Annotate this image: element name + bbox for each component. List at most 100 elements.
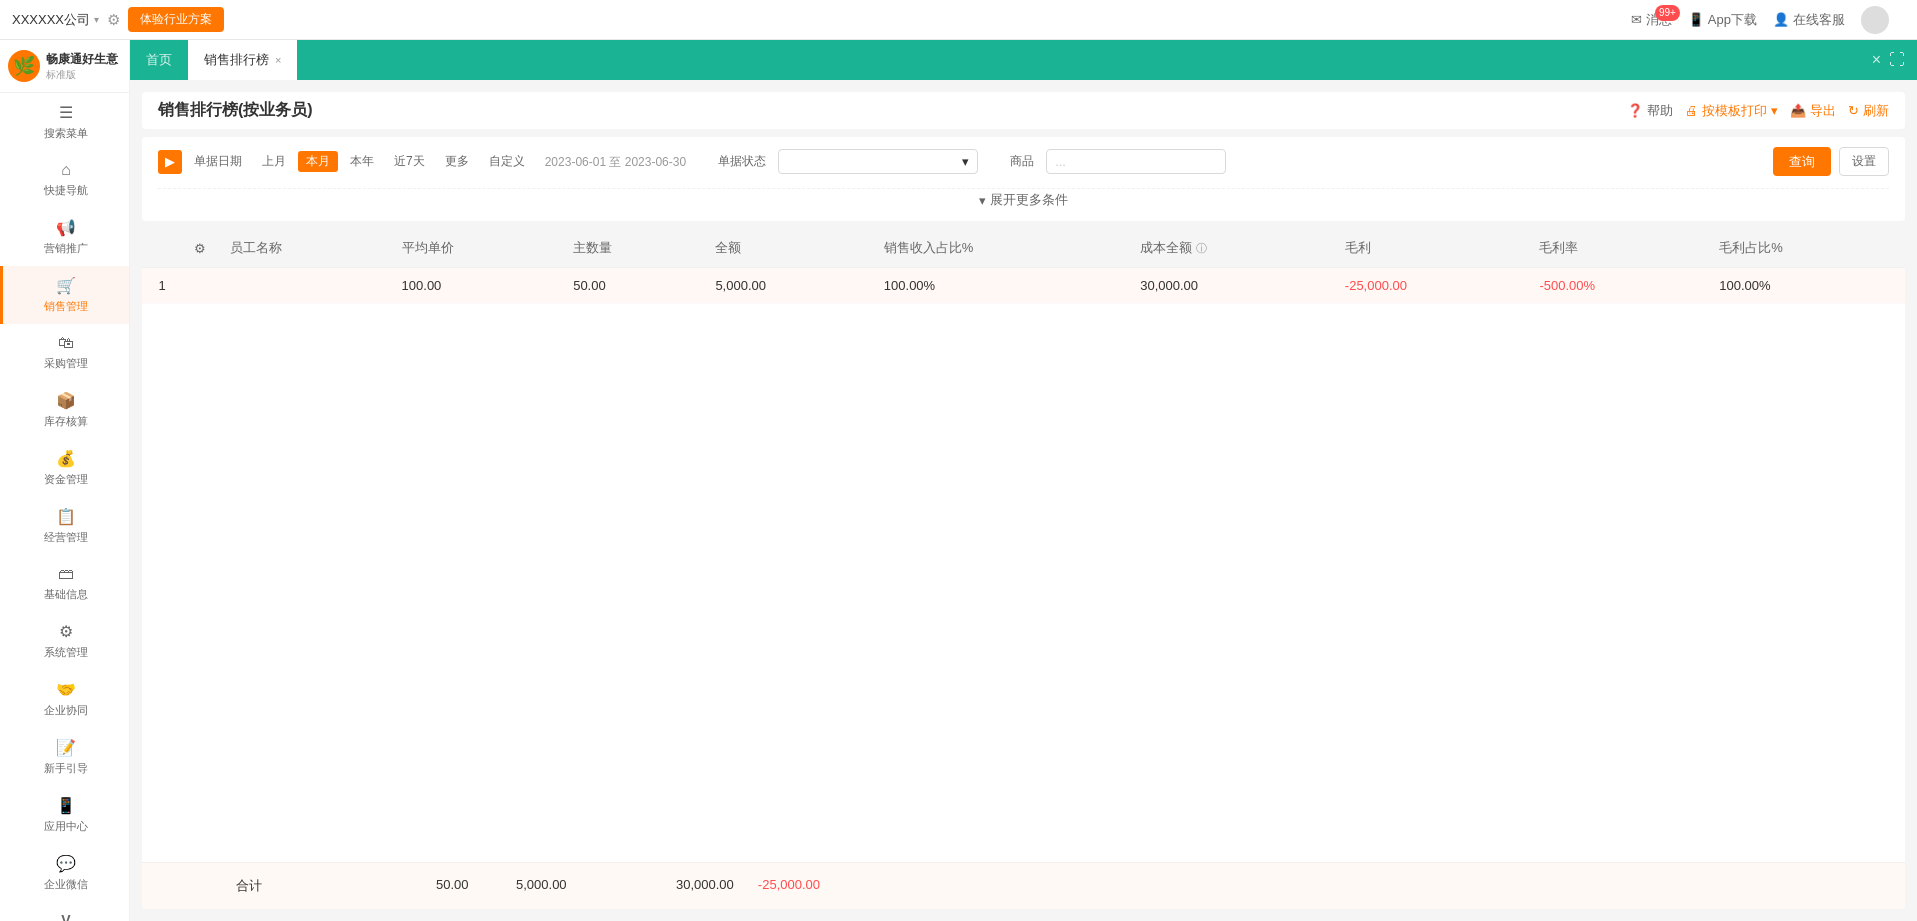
goods-filter-input[interactable]: ... [1046,149,1226,174]
cell-gross-rate: -500.00% [1527,268,1707,304]
chevron-down-icon: ▾ [94,14,99,25]
footer-amount: 5,000.00 [504,871,584,901]
print-button[interactable]: 🖨 按模板打印 ▾ [1685,102,1778,120]
tab-sales-ranking[interactable]: 销售排行榜 × [188,40,297,80]
company-selector[interactable]: XXXXXX公司 ▾ [12,11,99,29]
col-cost: 成本全额 ⓘ [1128,229,1333,268]
date-tab-custom[interactable]: 自定义 [481,151,533,172]
status-filter-select[interactable]: ▾ [778,149,978,174]
refresh-button[interactable]: ↻ 刷新 [1848,102,1889,120]
settings-icon[interactable]: ⚙ [107,11,120,29]
app-download-button[interactable]: 📱 App下载 [1688,11,1757,29]
goods-input-placeholder: ... [1055,154,1066,169]
footer-cost: 30,000.00 [664,871,746,901]
sidebar-label-purchase: 采购管理 [44,356,88,371]
cell-cost: 30,000.00 [1128,268,1333,304]
print-label: 按模板打印 [1702,102,1767,120]
export-icon: 📤 [1790,103,1806,118]
date-tabs: 上月 本月 本年 近7天 更多 自定义 [254,151,533,172]
search-menu-icon: ☰ [59,103,73,122]
page-header: 销售排行榜(按业务员) ❓ 帮助 🖨 按模板打印 ▾ 📤 导出 [142,92,1905,129]
close-tab-icon[interactable]: × [1872,51,1881,69]
export-button[interactable]: 📤 导出 [1790,102,1836,120]
messages-button[interactable]: ✉ 消息 99+ [1631,11,1672,29]
tab-sales-label: 销售排行榜 [204,51,269,69]
online-service-button[interactable]: 👤 在线客服 [1773,11,1845,29]
col-gross: 毛利 [1333,229,1528,268]
online-service-label: 在线客服 [1793,11,1845,29]
cell-gross-pct: 100.00% [1707,268,1905,304]
fullscreen-icon[interactable]: ⛶ [1889,51,1905,69]
filter-toggle-button[interactable]: ▶ [158,150,182,174]
appstore-icon: 📱 [56,796,76,815]
sidebar-item-cooperation[interactable]: 🤝 企业协同 [0,670,129,728]
sidebar-item-finance[interactable]: 💰 资金管理 [0,439,129,497]
date-tab-this-month[interactable]: 本月 [298,151,338,172]
expand-conditions-button[interactable]: ▾ 展开更多条件 [979,191,1068,209]
sidebar-item-quicknav[interactable]: ⌂ 快捷导航 [0,151,129,208]
sidebar-item-basic-info[interactable]: 🗃 基础信息 [0,555,129,612]
app-download-label: App下载 [1708,11,1757,29]
sidebar: 🌿 畅康通好生意 标准版 ☰ 搜索菜单 ⌂ 快捷导航 📢 营销推广 🛒 销售管理… [0,40,130,921]
avatar[interactable] [1861,6,1889,34]
sidebar-item-management[interactable]: 📋 经营管理 [0,497,129,555]
col-amount: 全额 [703,229,871,268]
page-title: 销售排行榜(按业务员) [158,100,313,121]
date-tab-7days[interactable]: 近7天 [386,151,433,172]
sidebar-label-wechat: 企业微信 [44,877,88,892]
management-icon: 📋 [56,507,76,526]
basic-info-icon: 🗃 [58,565,74,583]
col-avg-price: 平均单价 [390,229,562,268]
sidebar-item-wechat[interactable]: 💬 企业微信 [0,844,129,902]
sidebar-item-member[interactable]: V 畅会员 [0,902,129,921]
main-layout: 🌿 畅康通好生意 标准版 ☰ 搜索菜单 ⌂ 快捷导航 📢 营销推广 🛒 销售管理… [0,40,1917,921]
cell-quantity: 50.00 [561,268,703,304]
footer-quantity: 50.00 [424,871,504,901]
trial-button[interactable]: 体验行业方案 [128,7,224,32]
date-tab-this-year[interactable]: 本年 [342,151,382,172]
refresh-label: 刷新 [1863,102,1889,120]
expand-icon: ▾ [979,193,986,208]
wechat-icon: 💬 [56,854,76,873]
page-content: 销售排行榜(按业务员) ❓ 帮助 🖨 按模板打印 ▾ 📤 导出 [130,80,1917,921]
header-row: ⚙ 员工名称 平均单价 主数量 全额 销售收入占比% 成本全额 ⓘ [142,229,1905,268]
sidebar-item-newbie[interactable]: 📝 新手引导 [0,728,129,786]
cell-avg-price: 100.00 [390,268,562,304]
logo-text: 畅康通好生意 [46,51,118,68]
sidebar-label-finance: 资金管理 [44,472,88,487]
query-button[interactable]: 查询 [1773,147,1831,176]
print-icon: 🖨 [1685,103,1698,118]
sidebar-logo: 🌿 畅康通好生意 标准版 [0,40,129,93]
col-rank [142,229,182,268]
sidebar-item-system[interactable]: ⚙ 系统管理 [0,612,129,670]
sidebar-label-appstore: 应用中心 [44,819,88,834]
sidebar-item-appstore[interactable]: 📱 应用中心 [0,786,129,844]
table-header: ⚙ 员工名称 平均单价 主数量 全额 销售收入占比% 成本全额 ⓘ [142,229,1905,268]
tab-bar-actions: × ⛶ [1872,51,1917,69]
table-row: 1 100.00 50.00 5,000.00 100.00% 30,000.0… [142,268,1905,304]
goods-filter-label: 商品 [1010,153,1034,170]
sidebar-label-search: 搜索菜单 [44,126,88,141]
date-tab-more[interactable]: 更多 [437,151,477,172]
table-footer: 合计 50.00 5,000.00 30,000.00 -25,000.00 [142,862,1905,909]
col-settings[interactable]: ⚙ [182,229,218,268]
sidebar-item-inventory[interactable]: 📦 库存核算 [0,381,129,439]
sidebar-item-sales[interactable]: 🛒 销售管理 [0,266,129,324]
sidebar-item-search[interactable]: ☰ 搜索菜单 [0,93,129,151]
sidebar-item-marketing[interactable]: 📢 营销推广 [0,208,129,266]
table-body: 1 100.00 50.00 5,000.00 100.00% 30,000.0… [142,268,1905,304]
setting-button[interactable]: 设置 [1839,147,1889,176]
footer-gross-rate [832,871,912,901]
tab-home[interactable]: 首页 [130,40,188,80]
tab-close-icon[interactable]: × [275,54,281,66]
help-button[interactable]: ❓ 帮助 [1627,102,1673,120]
export-label: 导出 [1810,102,1836,120]
cell-name [218,268,390,304]
sidebar-label-quicknav: 快捷导航 [44,183,88,198]
date-tab-last-month[interactable]: 上月 [254,151,294,172]
sidebar-item-purchase[interactable]: 🛍 采购管理 [0,324,129,381]
date-filter-label: 单据日期 [194,153,242,170]
logo-icon: 🌿 [8,50,40,82]
print-dropdown-icon[interactable]: ▾ [1771,103,1778,118]
footer-settings [194,871,224,901]
